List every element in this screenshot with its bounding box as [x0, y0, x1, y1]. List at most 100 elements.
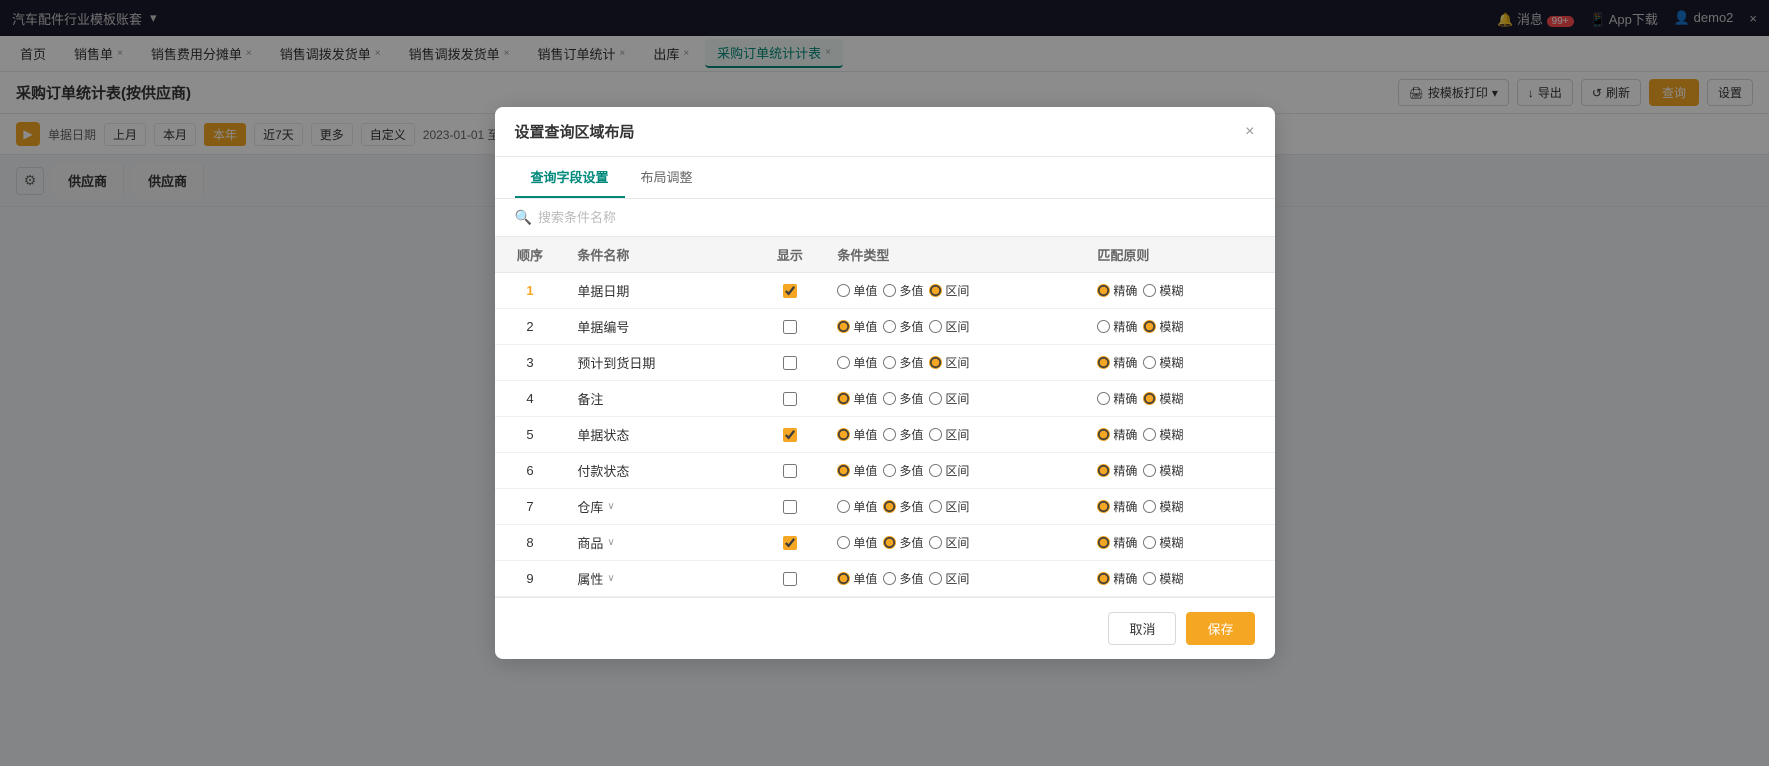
type-radio[interactable]	[929, 284, 942, 297]
display-checkbox[interactable]	[783, 428, 797, 442]
type-radio-label[interactable]: 区间	[929, 462, 969, 479]
type-radio[interactable]	[837, 572, 850, 585]
search-input[interactable]	[538, 210, 738, 225]
display-checkbox[interactable]	[783, 320, 797, 334]
expand-arrow-icon[interactable]: ∨	[607, 537, 614, 548]
match-radio[interactable]	[1097, 284, 1110, 297]
match-radio[interactable]	[1143, 392, 1156, 405]
type-radio[interactable]	[837, 284, 850, 297]
match-radio[interactable]	[1097, 536, 1110, 549]
type-radio-label[interactable]: 多值	[883, 282, 923, 299]
type-radio[interactable]	[883, 392, 896, 405]
display-checkbox[interactable]	[783, 464, 797, 478]
match-radio[interactable]	[1143, 500, 1156, 513]
type-radio-label[interactable]: 区间	[929, 390, 969, 407]
dialog-tab-fields[interactable]: 查询字段设置	[515, 157, 625, 198]
type-radio-label[interactable]: 区间	[929, 354, 969, 371]
match-radio[interactable]	[1097, 500, 1110, 513]
type-radio[interactable]	[929, 392, 942, 405]
type-radio-label[interactable]: 多值	[883, 570, 923, 587]
match-radio-label[interactable]: 精确	[1097, 426, 1137, 443]
match-radio-label[interactable]: 模糊	[1143, 462, 1183, 479]
dialog-tab-layout[interactable]: 布局调整	[625, 157, 709, 198]
type-radio-label[interactable]: 单值	[837, 318, 877, 335]
type-radio[interactable]	[883, 428, 896, 441]
match-radio[interactable]	[1097, 428, 1110, 441]
type-radio[interactable]	[837, 392, 850, 405]
match-radio-label[interactable]: 精确	[1097, 318, 1137, 335]
type-radio[interactable]	[929, 572, 942, 585]
type-radio-label[interactable]: 单值	[837, 462, 877, 479]
type-radio-label[interactable]: 多值	[883, 498, 923, 515]
type-radio[interactable]	[883, 500, 896, 513]
match-radio-label[interactable]: 模糊	[1143, 390, 1183, 407]
cancel-btn[interactable]: 取消	[1108, 612, 1176, 645]
match-radio[interactable]	[1143, 320, 1156, 333]
type-radio[interactable]	[929, 500, 942, 513]
display-checkbox[interactable]	[783, 500, 797, 514]
type-radio[interactable]	[929, 428, 942, 441]
match-radio-label[interactable]: 模糊	[1143, 426, 1183, 443]
type-radio[interactable]	[837, 536, 850, 549]
match-radio[interactable]	[1143, 428, 1156, 441]
match-radio-label[interactable]: 精确	[1097, 570, 1137, 587]
type-radio-label[interactable]: 区间	[929, 498, 969, 515]
match-radio-label[interactable]: 精确	[1097, 498, 1137, 515]
display-checkbox[interactable]	[783, 284, 797, 298]
match-radio[interactable]	[1097, 464, 1110, 477]
type-radio-label[interactable]: 多值	[883, 318, 923, 335]
expand-arrow-icon[interactable]: ∨	[607, 573, 614, 584]
match-radio[interactable]	[1097, 320, 1110, 333]
type-radio-label[interactable]: 区间	[929, 282, 969, 299]
match-radio[interactable]	[1097, 392, 1110, 405]
display-checkbox[interactable]	[783, 572, 797, 586]
match-radio[interactable]	[1143, 356, 1156, 369]
match-radio-label[interactable]: 模糊	[1143, 534, 1183, 551]
dialog-close-btn[interactable]: ×	[1245, 123, 1254, 141]
type-radio-label[interactable]: 区间	[929, 570, 969, 587]
type-radio[interactable]	[883, 284, 896, 297]
match-radio-label[interactable]: 精确	[1097, 282, 1137, 299]
match-radio[interactable]	[1143, 464, 1156, 477]
match-radio-label[interactable]: 精确	[1097, 390, 1137, 407]
match-radio-label[interactable]: 模糊	[1143, 354, 1183, 371]
type-radio[interactable]	[837, 464, 850, 477]
type-radio-label[interactable]: 单值	[837, 570, 877, 587]
type-radio[interactable]	[929, 356, 942, 369]
type-radio-label[interactable]: 单值	[837, 354, 877, 371]
type-radio[interactable]	[929, 536, 942, 549]
match-radio-label[interactable]: 模糊	[1143, 570, 1183, 587]
display-checkbox[interactable]	[783, 356, 797, 370]
type-radio-label[interactable]: 多值	[883, 534, 923, 551]
match-radio-label[interactable]: 精确	[1097, 354, 1137, 371]
type-radio-label[interactable]: 单值	[837, 426, 877, 443]
type-radio-label[interactable]: 单值	[837, 498, 877, 515]
type-radio[interactable]	[883, 320, 896, 333]
type-radio-label[interactable]: 区间	[929, 426, 969, 443]
match-radio-label[interactable]: 模糊	[1143, 282, 1183, 299]
match-radio-label[interactable]: 模糊	[1143, 318, 1183, 335]
match-radio-label[interactable]: 精确	[1097, 462, 1137, 479]
type-radio[interactable]	[837, 320, 850, 333]
match-radio[interactable]	[1143, 536, 1156, 549]
match-radio[interactable]	[1097, 572, 1110, 585]
type-radio-label[interactable]: 单值	[837, 282, 877, 299]
type-radio[interactable]	[883, 464, 896, 477]
save-btn[interactable]: 保存	[1186, 612, 1254, 645]
type-radio[interactable]	[837, 356, 850, 369]
type-radio-label[interactable]: 多值	[883, 354, 923, 371]
type-radio[interactable]	[883, 536, 896, 549]
match-radio[interactable]	[1143, 572, 1156, 585]
type-radio-label[interactable]: 区间	[929, 318, 969, 335]
type-radio-label[interactable]: 多值	[883, 462, 923, 479]
display-checkbox[interactable]	[783, 536, 797, 550]
match-radio[interactable]	[1143, 284, 1156, 297]
type-radio-label[interactable]: 多值	[883, 426, 923, 443]
match-radio-label[interactable]: 精确	[1097, 534, 1137, 551]
type-radio-label[interactable]: 单值	[837, 534, 877, 551]
type-radio-label[interactable]: 多值	[883, 390, 923, 407]
match-radio-label[interactable]: 模糊	[1143, 498, 1183, 515]
type-radio[interactable]	[837, 428, 850, 441]
type-radio[interactable]	[929, 320, 942, 333]
type-radio[interactable]	[883, 572, 896, 585]
